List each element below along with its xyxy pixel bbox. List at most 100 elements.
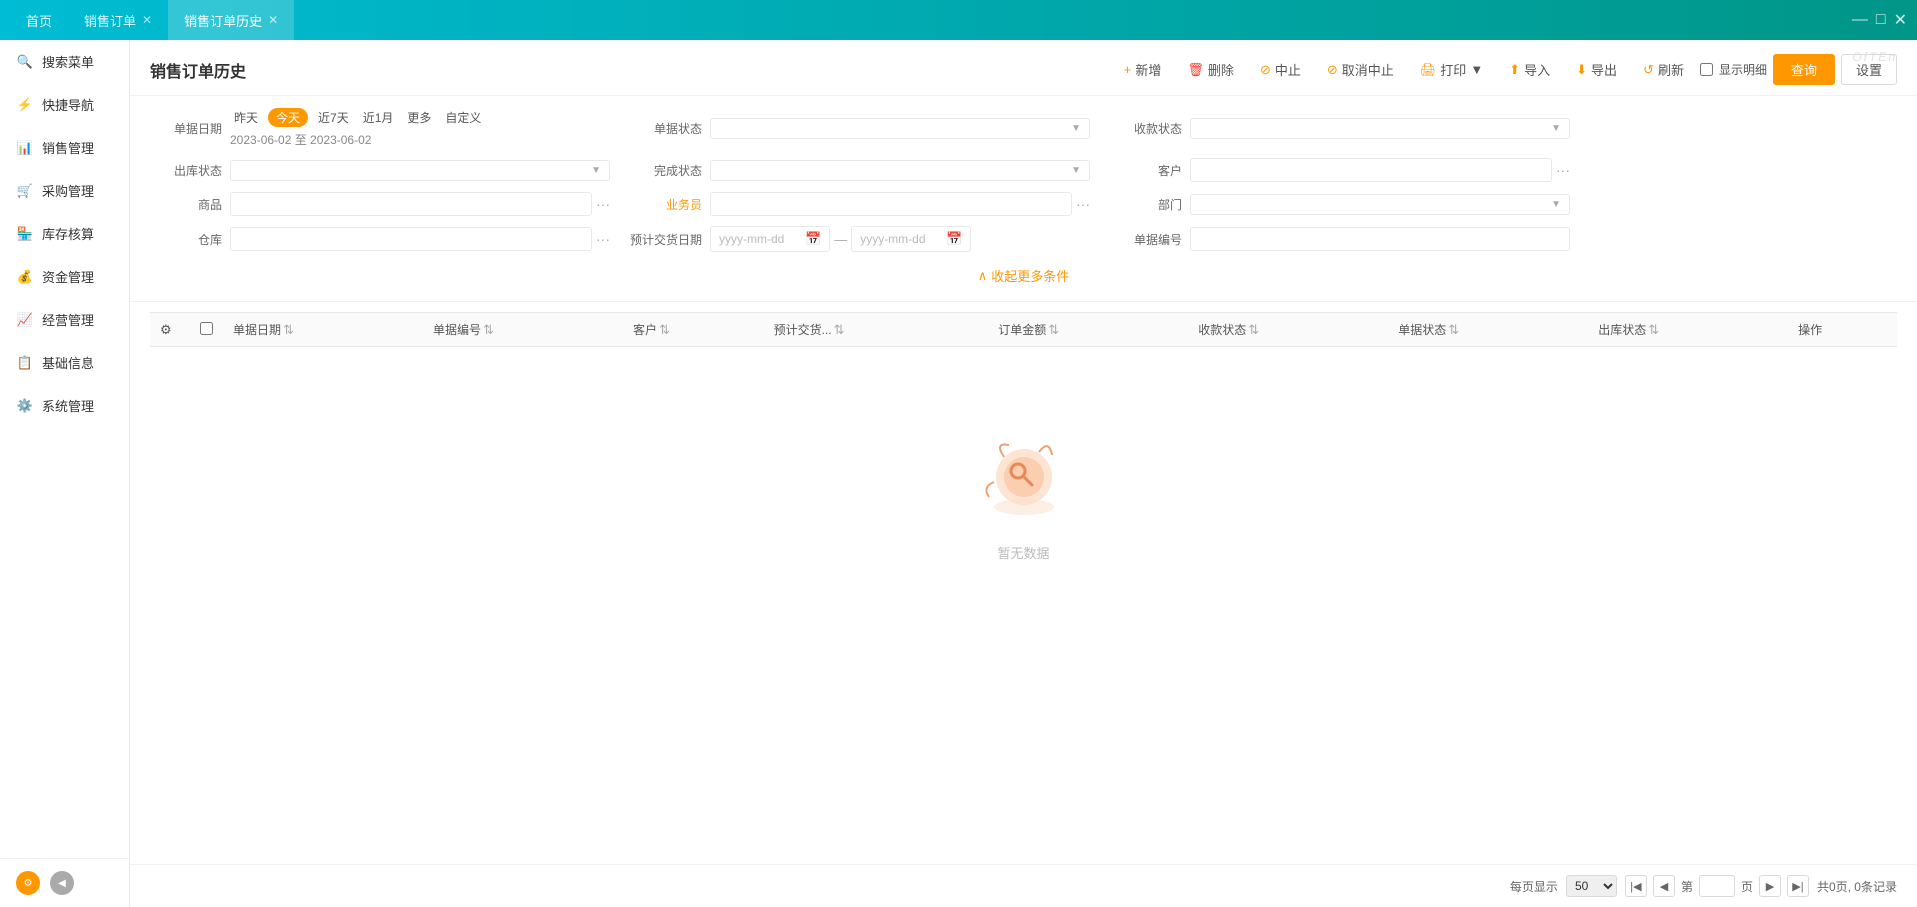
page-input[interactable]: 1 (1699, 875, 1735, 897)
table-settings-icon[interactable]: ⚙ (160, 322, 172, 337)
sidebar-item-搜索菜单[interactable]: 🔍搜索菜单 (0, 40, 129, 83)
customer-dots-icon[interactable]: ··· (1556, 162, 1570, 178)
prev-page-btn[interactable]: ◀ (1653, 875, 1675, 897)
payment-status-label: 收款状态 (1110, 120, 1190, 137)
query-button[interactable]: 查询 (1773, 54, 1835, 85)
setting-button[interactable]: 设置 (1841, 54, 1897, 85)
empty-text: 暂无数据 (997, 543, 1049, 562)
delivery-date-wrap: yyyy-mm-dd 📅 — yyyy-mm-dd 📅 (710, 226, 1090, 252)
next-page-btn[interactable]: ▶ (1759, 875, 1781, 897)
toolbar-btn-icon: 🖨 (1420, 62, 1437, 78)
page-title: 销售订单历史 (150, 58, 246, 82)
customer-input[interactable] (1190, 158, 1552, 182)
salesman-input[interactable] (710, 192, 1072, 216)
window-close-icon[interactable]: ✕ (1894, 10, 1907, 30)
collapse-btn[interactable]: ∧ 收起更多条件 (978, 262, 1070, 289)
bill-no-input[interactable] (1190, 227, 1570, 251)
toolbar-btn-icon: ⊘ (1327, 62, 1338, 78)
date-shortcut-自定义[interactable]: 自定义 (441, 108, 485, 127)
sidebar-icon: 💰 (16, 268, 34, 286)
warehouse-dots-icon[interactable]: ··· (596, 231, 610, 247)
tab-close-icon[interactable]: ✕ (142, 13, 152, 27)
empty-state-row: 暂无数据 (150, 347, 1897, 643)
minimize-icon[interactable]: — (1852, 11, 1868, 29)
complete-status-select[interactable]: ▼ (710, 160, 1090, 181)
date-shortcut-更多[interactable]: 更多 (403, 108, 435, 127)
sidebar-icon: 🔍 (16, 53, 34, 71)
col-客户[interactable]: 客户⇅ (623, 313, 764, 347)
collapse-row: ∧ 收起更多条件 (150, 262, 1897, 289)
col-预计交货...[interactable]: 预计交货...⇅ (764, 313, 989, 347)
top-tab-销售订单历史[interactable]: 销售订单历史✕ (168, 0, 294, 40)
delivery-date-end: yyyy-mm-dd (860, 232, 940, 246)
bill-status-select[interactable]: ▼ (710, 118, 1090, 139)
maximize-icon[interactable]: □ (1876, 11, 1886, 29)
sort-icon: ⇅ (1448, 322, 1459, 337)
dept-arrow-icon: ▼ (1551, 199, 1561, 210)
product-dots-icon[interactable]: ··· (596, 196, 610, 212)
col-出库状态[interactable]: 出库状态⇅ (1588, 313, 1788, 347)
sort-icon: ⇅ (659, 322, 670, 337)
sidebar-item-快捷导航[interactable]: ⚡快捷导航 (0, 83, 129, 126)
toolbar-btn-icon: 🗑 (1187, 62, 1204, 78)
salesman-dots-icon[interactable]: ··· (1076, 196, 1090, 212)
main-layout: 🔍搜索菜单⚡快捷导航📊销售管理🛒采购管理🏪库存核算💰资金管理📈经营管理📋基础信息… (0, 40, 1917, 907)
toolbar-btn-新增[interactable]: +新增 (1114, 55, 1172, 84)
toolbar-btn-取消中止[interactable]: ⊘取消中止 (1317, 55, 1404, 84)
delivery-end-calendar-icon[interactable]: 📅 (946, 231, 962, 247)
sidebar-item-销售管理[interactable]: 📊销售管理 (0, 126, 129, 169)
col-单据日期[interactable]: 单据日期⇅ (223, 313, 423, 347)
warehouse-input[interactable] (230, 227, 592, 251)
payment-status-select[interactable]: ▼ (1190, 118, 1570, 139)
top-tab-销售订单[interactable]: 销售订单✕ (68, 0, 168, 40)
date-shortcut-昨天[interactable]: 昨天 (230, 108, 262, 127)
sidebar-volume-icon[interactable]: ◀ (50, 871, 74, 895)
delivery-start-calendar-icon[interactable]: 📅 (805, 231, 821, 247)
col-单据状态[interactable]: 单据状态⇅ (1388, 313, 1588, 347)
col-订单金额[interactable]: 订单金额⇅ (988, 313, 1188, 347)
delivery-date-start-wrap[interactable]: yyyy-mm-dd 📅 (710, 226, 830, 252)
col-收款状态[interactable]: 收款状态⇅ (1188, 313, 1388, 347)
sidebar-settings-icon[interactable]: ⚙ (16, 871, 40, 895)
top-tab-首页[interactable]: 首页 (10, 0, 68, 40)
sidebar-item-资金管理[interactable]: 💰资金管理 (0, 255, 129, 298)
sidebar-item-系统管理[interactable]: ⚙️系统管理 (0, 384, 129, 427)
toolbar-btn-导入[interactable]: ⬆导入 (1499, 55, 1560, 84)
bill-status-dropdown[interactable]: ▼ (710, 118, 1090, 139)
sidebar-item-采购管理[interactable]: 🛒采购管理 (0, 169, 129, 212)
show-detail-checkbox[interactable] (1700, 63, 1713, 76)
col-单据编号[interactable]: 单据编号⇅ (423, 313, 623, 347)
out-status-select[interactable]: ▼ (230, 160, 610, 181)
payment-status-arrow-icon: ▼ (1551, 123, 1561, 134)
toolbar-btn-导出[interactable]: ⬇导出 (1566, 55, 1627, 84)
page-size-select[interactable]: 102050100 (1566, 875, 1617, 897)
sidebar-item-经营管理[interactable]: 📈经营管理 (0, 298, 129, 341)
select-all-checkbox[interactable] (200, 322, 213, 335)
sidebar-bottom: ⚙ ◀ (0, 858, 129, 907)
sidebar-item-库存核算[interactable]: 🏪库存核算 (0, 212, 129, 255)
dept-select[interactable]: ▼ (1190, 194, 1570, 215)
toolbar-btn-中止[interactable]: ⊘中止 (1250, 55, 1311, 84)
complete-status-dropdown[interactable]: ▼ (710, 160, 1090, 181)
tab-close-icon[interactable]: ✕ (268, 13, 278, 27)
sidebar-label: 系统管理 (42, 396, 94, 415)
toolbar: +新增🗑删除⊘中止⊘取消中止🖨打印▼⬆导入⬇导出↺刷新 显示明细 查询 设置 (1114, 54, 1897, 85)
toolbar-btn-刷新[interactable]: ↺刷新 (1633, 55, 1694, 84)
last-page-btn[interactable]: ▶| (1787, 875, 1809, 897)
sidebar-item-基础信息[interactable]: 📋基础信息 (0, 341, 129, 384)
out-status-dropdown[interactable]: ▼ (230, 160, 610, 181)
date-shortcut-今天[interactable]: 今天 (268, 108, 308, 127)
dept-dropdown[interactable]: ▼ (1190, 194, 1570, 215)
table-settings-th[interactable]: ⚙ (150, 313, 190, 347)
date-shortcut-近7天[interactable]: 近7天 (314, 108, 353, 127)
total-text: 共0页, 0条记录 (1817, 878, 1897, 895)
first-page-btn[interactable]: |◀ (1625, 875, 1647, 897)
toolbar-btn-打印[interactable]: 🖨打印▼ (1410, 55, 1493, 84)
toolbar-btn-删除[interactable]: 🗑删除 (1177, 55, 1244, 84)
delivery-date-end-wrap[interactable]: yyyy-mm-dd 📅 (851, 226, 971, 252)
payment-status-dropdown[interactable]: ▼ (1190, 118, 1570, 139)
date-shortcut-近1月[interactable]: 近1月 (359, 108, 398, 127)
product-input[interactable] (230, 192, 592, 216)
table-checkbox-th[interactable] (190, 313, 223, 347)
toolbar-btn-label: 刷新 (1658, 60, 1684, 79)
